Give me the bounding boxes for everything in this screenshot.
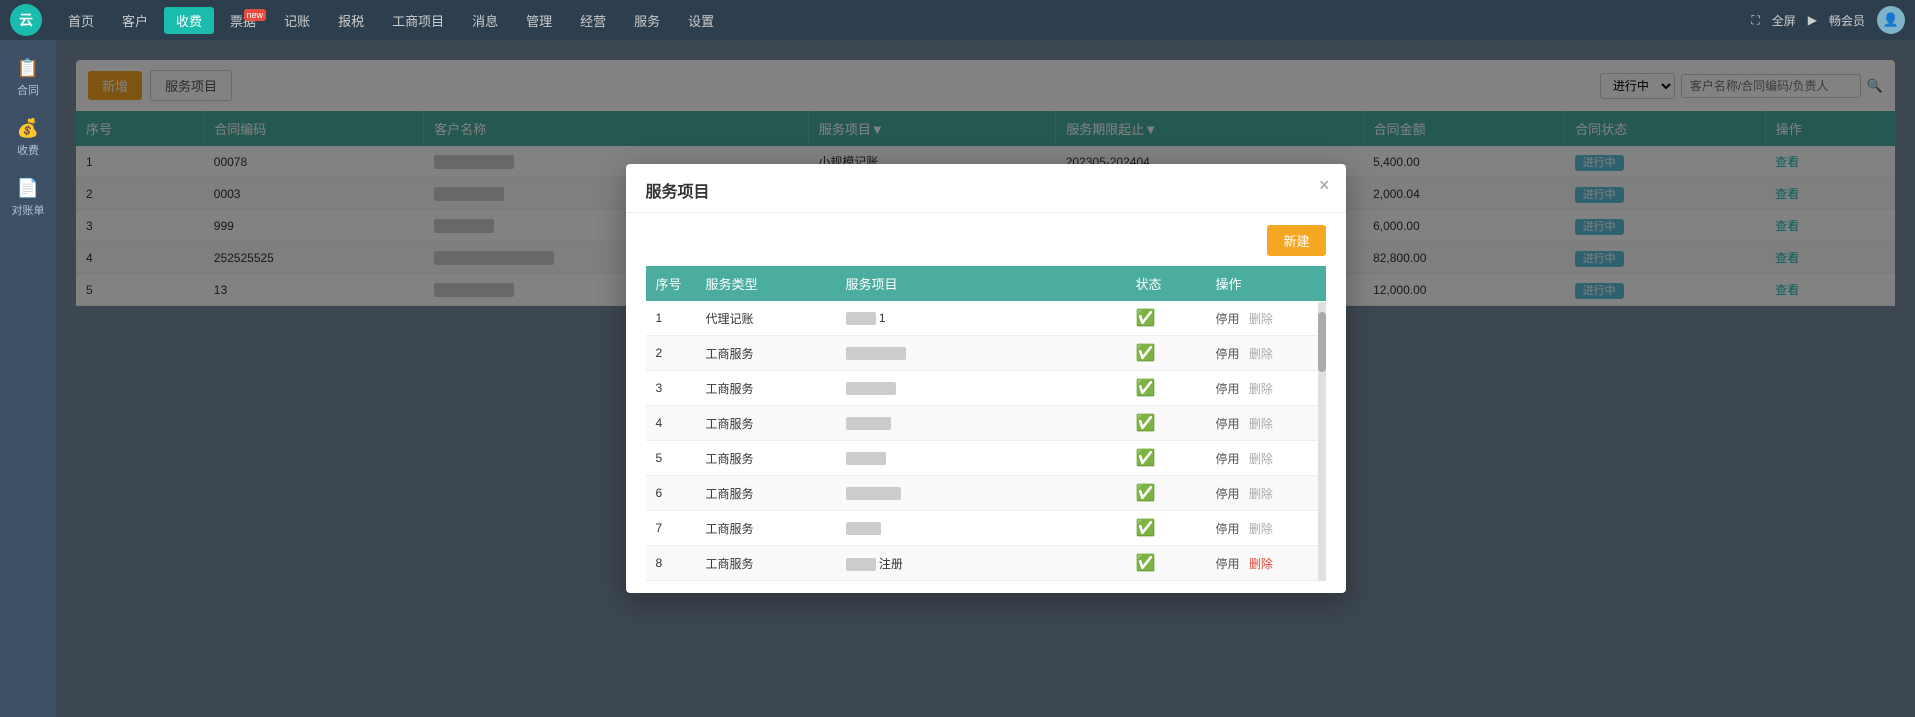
stop-btn[interactable]: 停用 xyxy=(1216,452,1240,466)
sidebar-item-duizhang[interactable]: 📄 对账单 xyxy=(3,170,53,226)
modal-new-btn[interactable]: 新建 xyxy=(1267,225,1325,256)
status-check-icon: ✅ xyxy=(1136,310,1156,327)
stop-btn[interactable]: 停用 xyxy=(1216,522,1240,536)
top-nav: 云 首页 客户 收费 票据 new 记账 报税 工商项目 消息 管理 经营 服务… xyxy=(0,0,1915,40)
del-btn[interactable]: 删除 xyxy=(1249,382,1273,396)
del-btn[interactable]: 删除 xyxy=(1249,557,1273,571)
modal-toolbar: 新建 xyxy=(646,225,1326,256)
scrollbar-thumb[interactable] xyxy=(1318,312,1326,372)
modal-col-item: 服务项目 xyxy=(836,266,1126,301)
modal-table-row: 5 工商服务 ✅ 停用 删除 xyxy=(646,441,1326,476)
nav-items: 首页 客户 收费 票据 new 记账 报税 工商项目 消息 管理 经营 服务 设… xyxy=(56,7,1751,34)
status-check-icon: ✅ xyxy=(1136,555,1156,572)
modal-header: 服务项目 × xyxy=(626,164,1346,213)
nav-guanli[interactable]: 管理 xyxy=(514,7,564,34)
status-check-icon: ✅ xyxy=(1136,380,1156,397)
modal-table-wrap: 序号 服务类型 服务项目 状态 操作 1 xyxy=(646,266,1326,581)
main-layout: 📋 合同 💰 收费 📄 对账单 新增 服务项目 进行中 🔍 xyxy=(0,40,1915,717)
content-area: 新增 服务项目 进行中 🔍 序号 合同编码 客户名称 服务项目▼ xyxy=(56,40,1915,717)
del-btn[interactable]: 删除 xyxy=(1249,487,1273,501)
sidebar-label-shoufei: 收费 xyxy=(17,142,39,158)
sidebar-label-contract: 合同 xyxy=(17,82,39,98)
modal-table-row: 6 工商服务 ✅ 停用 删除 xyxy=(646,476,1326,511)
nav-piaoju[interactable]: 票据 new xyxy=(218,7,268,34)
nav-shezhi[interactable]: 设置 xyxy=(676,7,726,34)
new-badge: new xyxy=(244,9,267,21)
stop-btn[interactable]: 停用 xyxy=(1216,487,1240,501)
shoufei-icon: 💰 xyxy=(17,118,39,139)
status-check-icon: ✅ xyxy=(1136,520,1156,537)
modal-close-btn[interactable]: × xyxy=(1319,176,1330,194)
modal-overlay: 服务项目 × 新建 序号 服务类型 服务项目 xyxy=(56,40,1915,717)
del-btn[interactable]: 删除 xyxy=(1249,417,1273,431)
top-right: ⛶ 全屏 ▶ 畅会员 👤 xyxy=(1751,6,1905,34)
modal-body: 新建 序号 服务类型 服务项目 状态 操作 xyxy=(626,213,1346,593)
nav-baoshui[interactable]: 报税 xyxy=(326,7,376,34)
sidebar-label-duizhang: 对账单 xyxy=(12,202,45,218)
nav-xiaoxi[interactable]: 消息 xyxy=(460,7,510,34)
nav-home[interactable]: 首页 xyxy=(56,7,106,34)
status-check-icon: ✅ xyxy=(1136,485,1156,502)
nav-jingying[interactable]: 经营 xyxy=(568,7,618,34)
app-logo: 云 xyxy=(10,4,42,36)
sidebar-item-shoufei[interactable]: 💰 收费 xyxy=(3,110,53,166)
duizhang-icon: 📄 xyxy=(17,178,39,199)
status-check-icon: ✅ xyxy=(1136,450,1156,467)
modal-col-no: 序号 xyxy=(646,266,696,301)
del-btn[interactable]: 删除 xyxy=(1249,452,1273,466)
sidebar-item-contract[interactable]: 📋 合同 xyxy=(3,50,53,106)
scrollbar-track[interactable] xyxy=(1318,302,1326,581)
del-btn[interactable]: 删除 xyxy=(1249,522,1273,536)
modal-table-row: 1 代理记账 1 ✅ 停用 删除 xyxy=(646,301,1326,336)
modal-table-row: 7 工商服务 ✅ 停用 删除 xyxy=(646,511,1326,546)
sidebar: 📋 合同 💰 收费 📄 对账单 xyxy=(0,40,56,717)
modal-title: 服务项目 xyxy=(646,178,710,202)
modal-table-row: 8 工商服务 注册 ✅ 停用 删除 xyxy=(646,546,1326,581)
modal-col-type: 服务类型 xyxy=(696,266,836,301)
nav-shoufei[interactable]: 收费 xyxy=(164,7,214,34)
contract-icon: 📋 xyxy=(17,58,39,79)
nav-customer[interactable]: 客户 xyxy=(110,7,160,34)
fullscreen-label[interactable]: 全屏 xyxy=(1772,12,1796,29)
modal-table-row: 4 工商服务 ✅ 停用 删除 xyxy=(646,406,1326,441)
modal-col-op: 操作 xyxy=(1206,266,1326,301)
stop-btn[interactable]: 停用 xyxy=(1216,382,1240,396)
avatar[interactable]: 👤 xyxy=(1877,6,1905,34)
status-check-icon: ✅ xyxy=(1136,415,1156,432)
stop-btn[interactable]: 停用 xyxy=(1216,417,1240,431)
member-icon[interactable]: ▶ xyxy=(1808,13,1817,27)
stop-btn[interactable]: 停用 xyxy=(1216,557,1240,571)
modal-table-row: 2 工商服务 ✅ 停用 删除 xyxy=(646,336,1326,371)
del-btn[interactable]: 删除 xyxy=(1249,347,1273,361)
modal-table-row: 3 工商服务 ✅ 停用 删除 xyxy=(646,371,1326,406)
modal-col-status: 状态 xyxy=(1126,266,1206,301)
member-label[interactable]: 畅会员 xyxy=(1829,12,1865,29)
fullscreen-icon[interactable]: ⛶ xyxy=(1751,13,1759,28)
service-table: 序号 服务类型 服务项目 状态 操作 1 xyxy=(646,266,1326,581)
stop-btn[interactable]: 停用 xyxy=(1216,312,1240,326)
service-modal: 服务项目 × 新建 序号 服务类型 服务项目 xyxy=(626,164,1346,593)
nav-fuwu[interactable]: 服务 xyxy=(622,7,672,34)
status-check-icon: ✅ xyxy=(1136,345,1156,362)
nav-gongshang[interactable]: 工商项目 xyxy=(380,7,456,34)
del-btn[interactable]: 删除 xyxy=(1249,312,1273,326)
nav-jizhang[interactable]: 记账 xyxy=(272,7,322,34)
stop-btn[interactable]: 停用 xyxy=(1216,347,1240,361)
